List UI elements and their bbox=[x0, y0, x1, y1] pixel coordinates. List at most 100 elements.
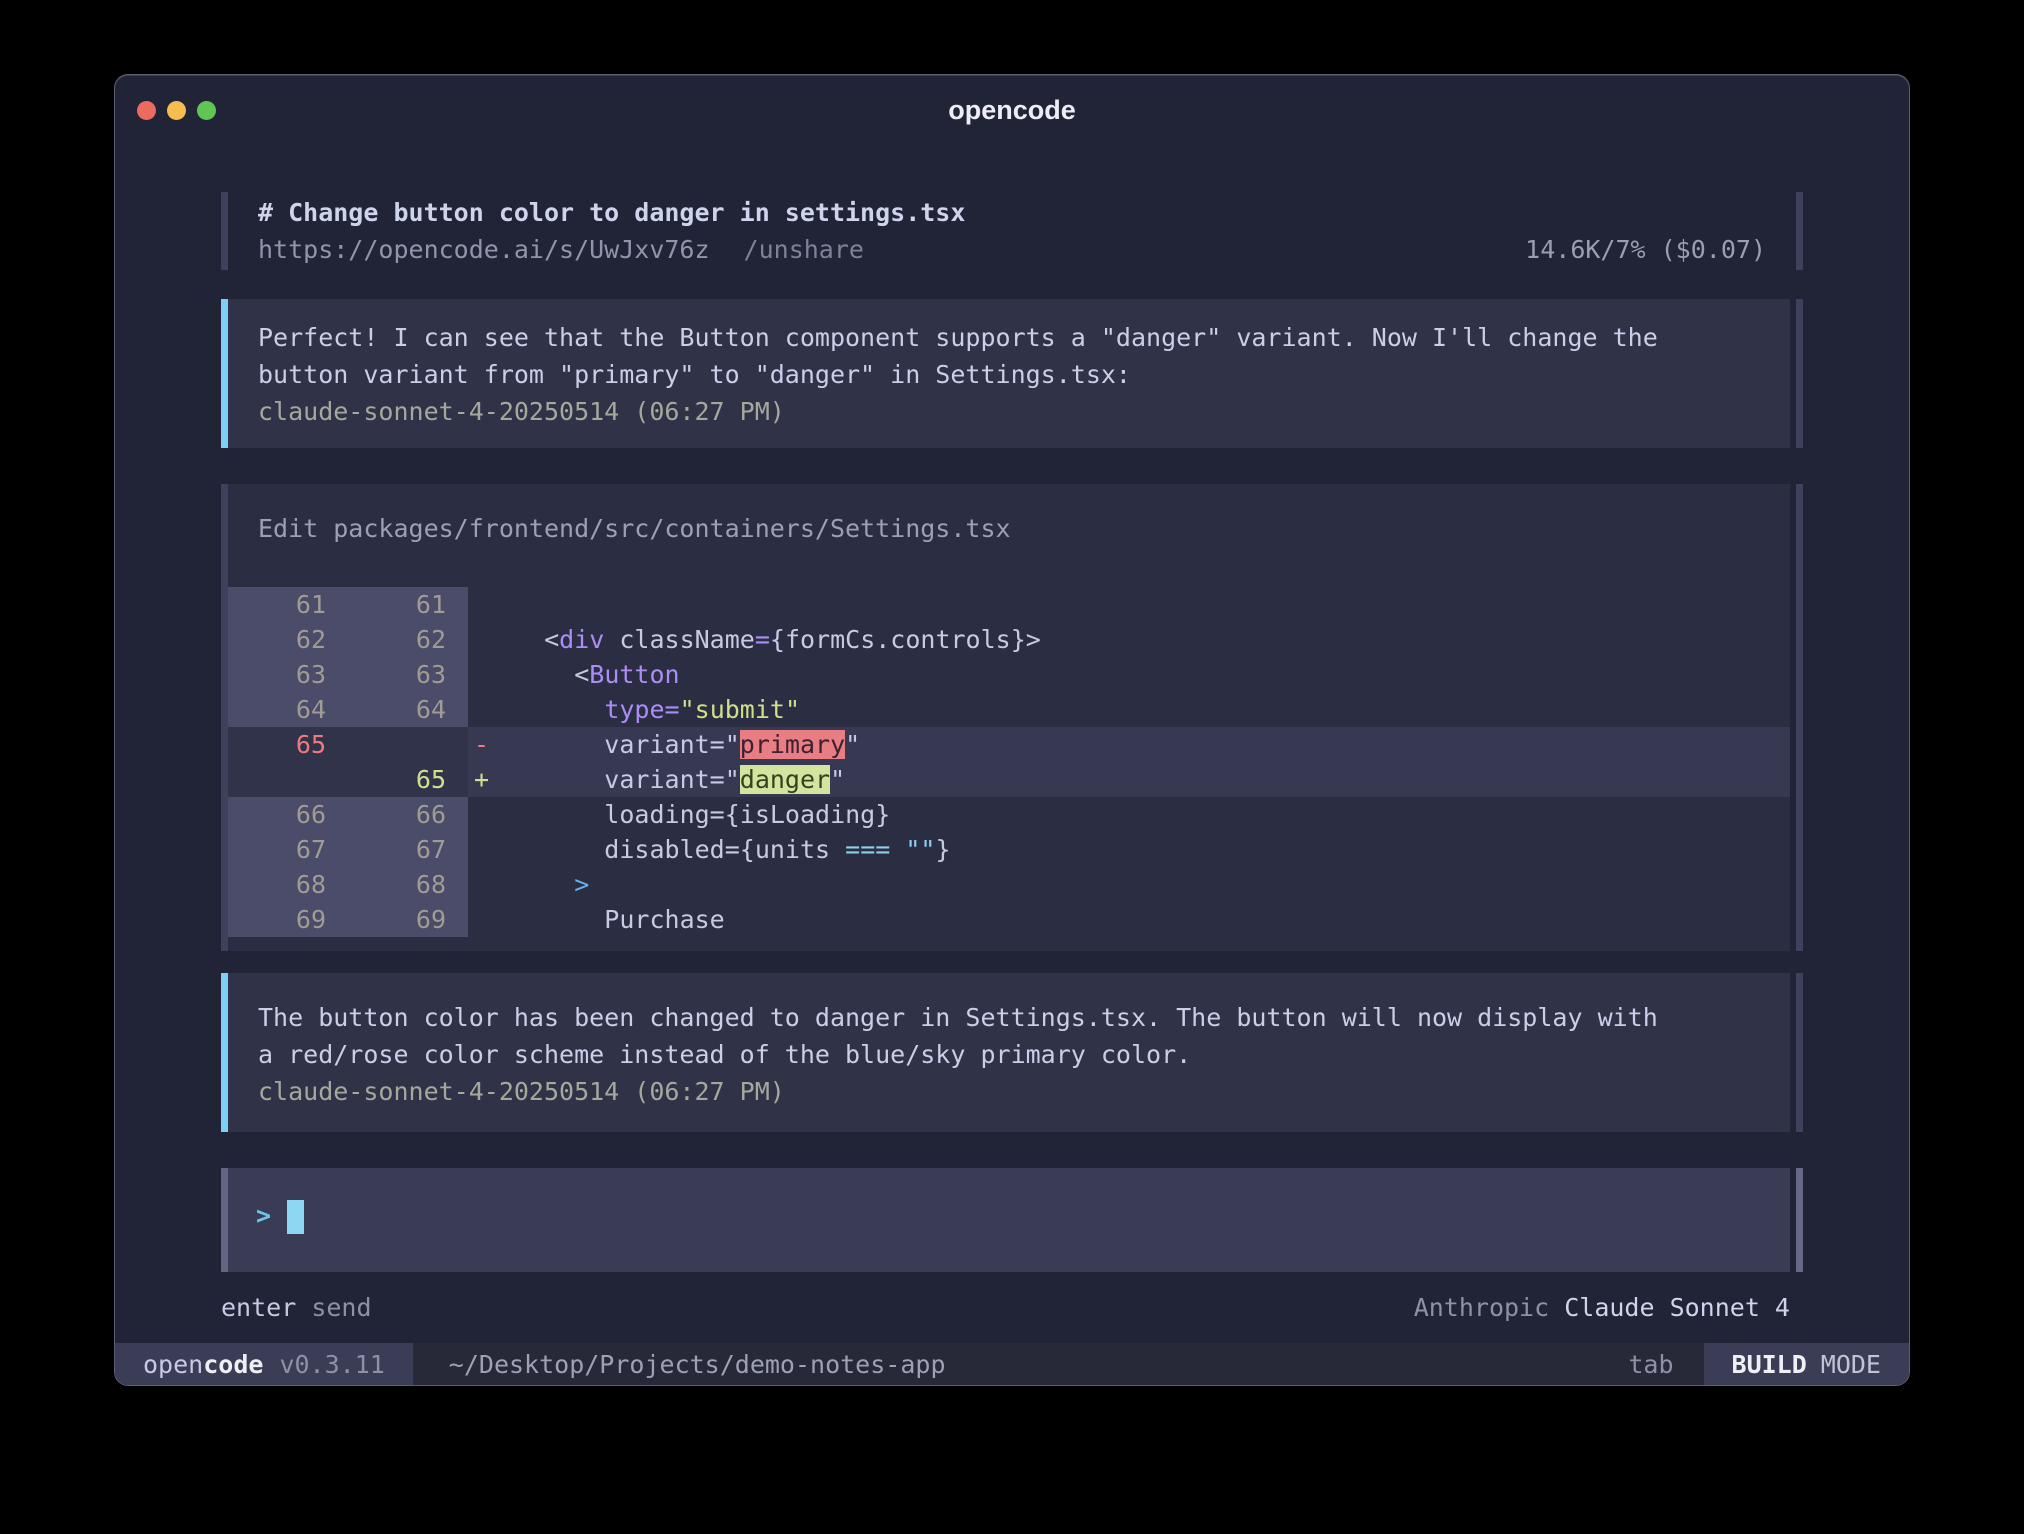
diff-sign: + bbox=[468, 762, 514, 797]
diff-gutter: 6262 bbox=[228, 622, 468, 657]
code-line: variant="primary" bbox=[514, 727, 1790, 762]
diff-row: 6767 disabled={units === ""} bbox=[228, 832, 1790, 867]
old-line-number: 67 bbox=[228, 832, 348, 867]
working-directory: ~/Desktop/Projects/demo-notes-app bbox=[449, 1350, 946, 1379]
new-line-number: 66 bbox=[348, 797, 468, 832]
code-line: <Button bbox=[514, 657, 1790, 692]
diff-sign bbox=[468, 622, 514, 657]
code-token: < bbox=[514, 625, 559, 654]
assistant-message: The button color has been changed to dan… bbox=[221, 973, 1790, 1132]
message-model-meta: claude-sonnet-4-20250514 (06:27 PM) bbox=[258, 393, 1760, 430]
diff-row: 6868 > bbox=[228, 867, 1790, 902]
new-line-number: 69 bbox=[348, 902, 468, 937]
code-token: Purchase bbox=[514, 905, 725, 934]
share-url-link[interactable]: https://opencode.ai/s/UwJxv76z bbox=[258, 235, 710, 264]
diff-row: 6161 bbox=[228, 587, 1790, 622]
new-line-number: 61 bbox=[348, 587, 468, 622]
new-line-number: 68 bbox=[348, 867, 468, 902]
code-line: disabled={units === ""} bbox=[514, 832, 1790, 867]
code-token: {formCs.controls}> bbox=[770, 625, 1041, 654]
diff-gutter: 6767 bbox=[228, 832, 468, 867]
diff-gutter: 6666 bbox=[228, 797, 468, 832]
code-token: "submit" bbox=[680, 695, 800, 724]
diff-row: 6666 loading={isLoading} bbox=[228, 797, 1790, 832]
old-line-number: 62 bbox=[228, 622, 348, 657]
diff-gutter: 65 bbox=[228, 762, 468, 797]
code-token: > bbox=[574, 870, 589, 899]
edit-tool-title: Edit packages/frontend/src/containers/Se… bbox=[228, 484, 1790, 587]
code-token: div bbox=[559, 625, 604, 654]
code-token: < bbox=[514, 660, 589, 689]
diff-gutter: 6969 bbox=[228, 902, 468, 937]
window-titlebar[interactable]: opencode bbox=[115, 75, 1909, 145]
mode-name: BUILD bbox=[1732, 1350, 1807, 1379]
code-line bbox=[514, 587, 1790, 622]
hint-row: enter send Anthropic Claude Sonnet 4 bbox=[221, 1290, 1803, 1326]
app-name-normal: open bbox=[143, 1350, 203, 1379]
diff-gutter: 6464 bbox=[228, 692, 468, 727]
code-line: variant="danger" bbox=[514, 762, 1790, 797]
model-label: Claude Sonnet 4 bbox=[1564, 1293, 1790, 1322]
provider-label: Anthropic bbox=[1414, 1293, 1549, 1322]
context-usage: 14.6K/7% ($0.07) bbox=[1525, 231, 1790, 268]
old-line-number: 65 bbox=[228, 727, 348, 762]
app-version: v0.3.11 bbox=[279, 1350, 384, 1379]
diff-row: 6262 <div className={formCs.controls}> bbox=[228, 622, 1790, 657]
prompt-input[interactable]: > bbox=[221, 1168, 1790, 1272]
code-token: className bbox=[604, 625, 755, 654]
code-token: loading={isLoading} bbox=[514, 800, 890, 829]
diff-sign bbox=[468, 832, 514, 867]
mode-suffix: MODE bbox=[1821, 1350, 1881, 1379]
new-line-number bbox=[348, 727, 468, 762]
message-model-meta: claude-sonnet-4-20250514 (06:27 PM) bbox=[258, 1073, 1760, 1110]
diff-table: 61616262 <div className={formCs.controls… bbox=[228, 587, 1790, 937]
edit-tool-block: Edit packages/frontend/src/containers/Se… bbox=[221, 484, 1790, 951]
diff-gutter: 6161 bbox=[228, 587, 468, 622]
code-token: Button bbox=[589, 660, 679, 689]
code-line: <div className={formCs.controls}> bbox=[514, 622, 1790, 657]
status-bar: opencodev0.3.11 ~/Desktop/Projects/demo-… bbox=[115, 1343, 1909, 1385]
diff-sign: - bbox=[468, 727, 514, 762]
send-action-label: send bbox=[311, 1293, 371, 1322]
prompt-symbol: > bbox=[256, 1201, 271, 1230]
unshare-command[interactable]: /unshare bbox=[744, 235, 864, 264]
code-token: type bbox=[604, 695, 664, 724]
new-line-number: 65 bbox=[348, 762, 468, 797]
old-line-number: 66 bbox=[228, 797, 348, 832]
diff-row: 65+ variant="danger" bbox=[228, 762, 1790, 797]
old-line-number: 61 bbox=[228, 587, 348, 622]
opencode-window: opencode # Change button color to danger… bbox=[114, 74, 1910, 1386]
diff-gutter: 6363 bbox=[228, 657, 468, 692]
session-header: # Change button color to danger in setti… bbox=[221, 192, 1790, 270]
diff-sign bbox=[468, 902, 514, 937]
code-token: " bbox=[830, 765, 845, 794]
diff-sign bbox=[468, 587, 514, 622]
app-version-segment: opencodev0.3.11 bbox=[115, 1343, 413, 1385]
code-token bbox=[514, 870, 574, 899]
code-token: = bbox=[755, 625, 770, 654]
session-subline: https://opencode.ai/s/UwJxv76z/unshare 1… bbox=[258, 231, 1790, 268]
diff-gutter: 65 bbox=[228, 727, 468, 762]
code-token: disabled={units bbox=[514, 835, 845, 864]
code-token bbox=[514, 695, 604, 724]
new-line-number: 64 bbox=[348, 692, 468, 727]
code-line: Purchase bbox=[514, 902, 1790, 937]
code-line: loading={isLoading} bbox=[514, 797, 1790, 832]
tab-key-hint: tab bbox=[1628, 1350, 1673, 1379]
code-line: > bbox=[514, 867, 1790, 902]
diff-sign bbox=[468, 867, 514, 902]
diff-sign bbox=[468, 797, 514, 832]
old-line-number: 68 bbox=[228, 867, 348, 902]
enter-key-hint: enter bbox=[221, 1293, 296, 1322]
session-title: # Change button color to danger in setti… bbox=[258, 194, 1790, 231]
code-token: variant=" bbox=[514, 765, 740, 794]
send-hint: enter send bbox=[221, 1290, 372, 1326]
message-text: The button color has been changed to dan… bbox=[258, 999, 1673, 1073]
mode-toggle[interactable]: BUILD MODE bbox=[1704, 1343, 1909, 1385]
new-line-number: 67 bbox=[348, 832, 468, 867]
old-line-number: 64 bbox=[228, 692, 348, 727]
old-line-number: 63 bbox=[228, 657, 348, 692]
diff-sign bbox=[468, 657, 514, 692]
text-cursor bbox=[287, 1200, 304, 1234]
code-line: type="submit" bbox=[514, 692, 1790, 727]
